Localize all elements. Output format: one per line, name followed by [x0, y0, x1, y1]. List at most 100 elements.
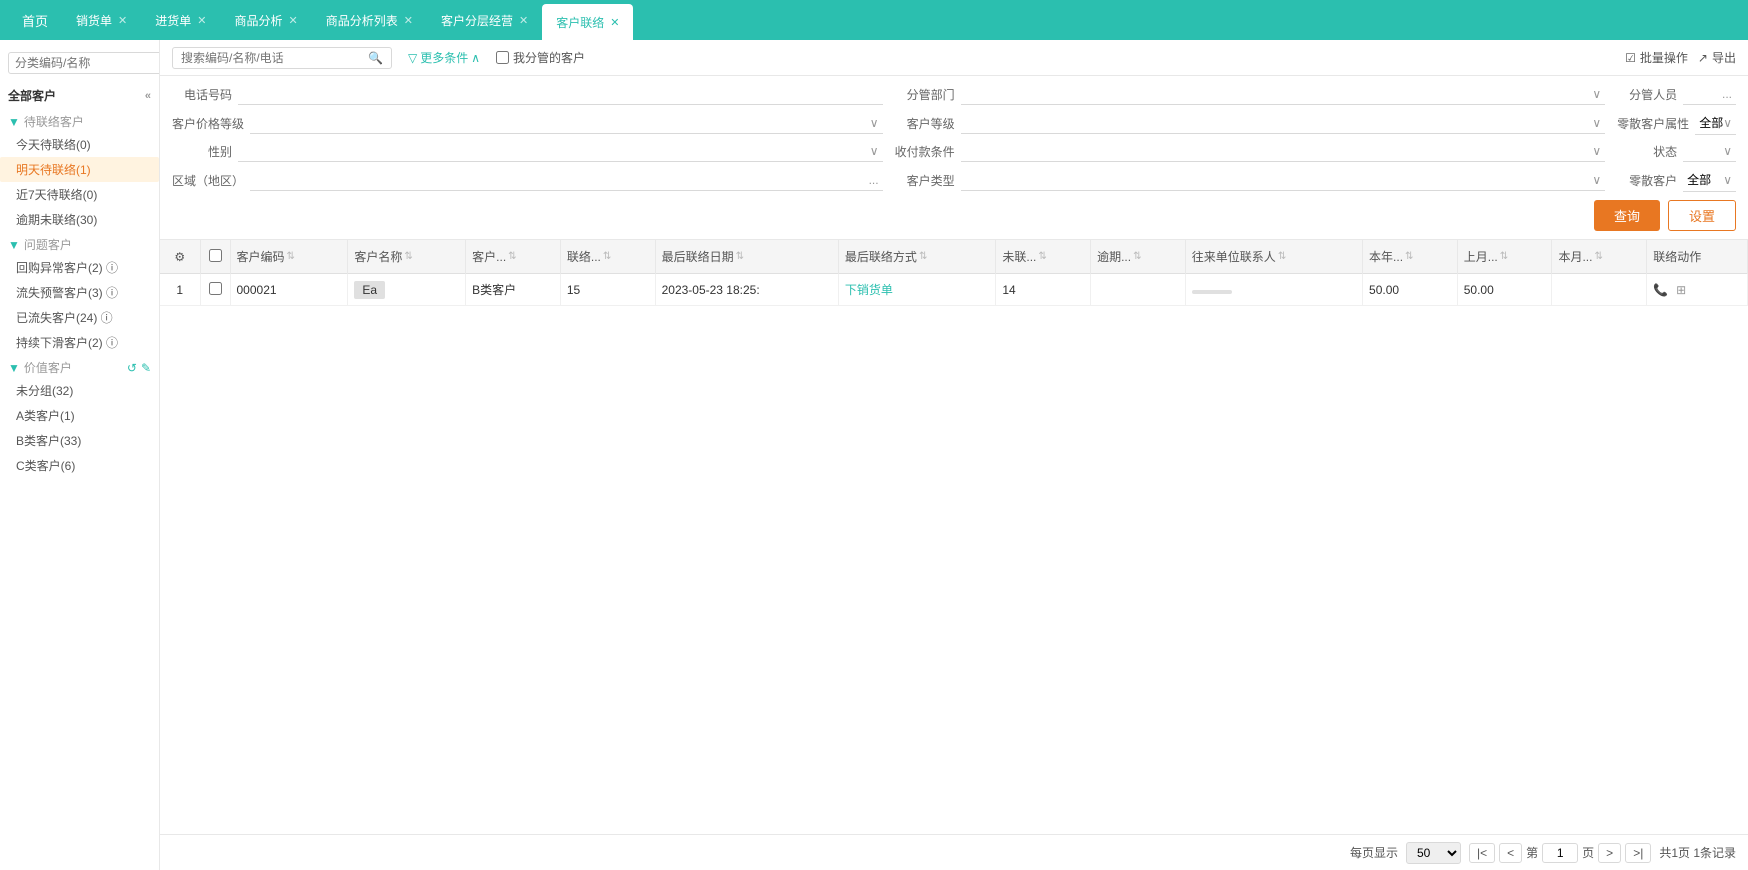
per-page-select[interactable]: 50 100 200 [1406, 842, 1461, 864]
filter-manager: 分管人员 ... [1617, 84, 1736, 105]
page-prev-btn[interactable]: < [1499, 843, 1522, 863]
qr-action-icon[interactable]: ⊞ [1676, 283, 1686, 297]
nav-tab-0[interactable]: 销货单 ✕ [62, 0, 141, 40]
nav-tab-4[interactable]: 客户分层经营 ✕ [427, 0, 542, 40]
th-last-method-sort[interactable]: 最后联络方式 ⇅ [845, 248, 989, 265]
my-customers-checkbox[interactable] [496, 51, 509, 64]
sidebar-item-b-class[interactable]: B类客户(33) [0, 428, 159, 453]
retail-customer-chevron-icon[interactable]: ∨ [1723, 173, 1732, 187]
sidebar-item-7days[interactable]: 近7天待联络(0) [0, 182, 159, 207]
sidebar-item-churned[interactable]: 已流失客户(24) ⓘ [0, 305, 159, 330]
th-overdue-sort[interactable]: 逾期... ⇅ [1097, 248, 1179, 265]
unit-contact-tag [1192, 290, 1232, 294]
cell-this-month [1552, 274, 1647, 306]
nav-tab-2[interactable]: 商品分析 ✕ [220, 0, 311, 40]
nav-tab-3[interactable]: 商品分析列表 ✕ [312, 0, 427, 40]
phone-input[interactable] [238, 84, 883, 105]
page-next-btn[interactable]: > [1598, 843, 1621, 863]
sort-icon-code: ⇅ [287, 251, 295, 262]
sidebar-collapse-icon[interactable]: « [145, 90, 151, 102]
query-button[interactable]: 查询 [1594, 200, 1660, 231]
close-tab-4[interactable]: ✕ [519, 14, 528, 27]
settings-button[interactable]: 设置 [1668, 200, 1736, 231]
cell-last-method: 下销货单 [838, 274, 995, 306]
status-chevron-icon[interactable]: ∨ [1723, 144, 1732, 158]
th-code-sort[interactable]: 客户编码 ⇅ [237, 248, 342, 265]
table-row: 1 000021 Ea B类客户 15 2023-05-23 18:25: 下销… [160, 274, 1748, 306]
cell-last-month: 50.00 [1457, 274, 1552, 306]
top-nav: 首页 销货单 ✕ 进货单 ✕ 商品分析 ✕ 商品分析列表 ✕ 客户分层经营 ✕ … [0, 0, 1748, 40]
sidebar-item-declining[interactable]: 持续下滑客户(2) ⓘ [0, 330, 159, 355]
cell-name: Ea [348, 274, 466, 306]
gender-chevron-icon[interactable]: ∨ [870, 144, 879, 158]
page-first-btn[interactable]: |< [1469, 843, 1495, 863]
th-this-year-sort[interactable]: 本年... ⇅ [1369, 248, 1451, 265]
page-number-input[interactable] [1542, 843, 1578, 863]
search-input[interactable] [181, 51, 364, 65]
manager-dots[interactable]: ... [1722, 87, 1732, 101]
sidebar-item-tomorrow[interactable]: 明天待联络(1) [0, 157, 159, 182]
retail-attr-chevron-icon[interactable]: ∨ [1723, 116, 1732, 130]
th-unit-contact-sort[interactable]: 往来单位联系人 ⇅ [1192, 248, 1356, 265]
my-customers-checkbox-label[interactable]: 我分管的客户 [496, 49, 585, 66]
sidebar-item-overdue[interactable]: 逾期未联络(30) [0, 207, 159, 232]
sort-icon-last-method: ⇅ [919, 251, 927, 262]
cell-not-contact: 14 [996, 274, 1091, 306]
nav-tab-1[interactable]: 进货单 ✕ [141, 0, 220, 40]
cell-this-year: 50.00 [1363, 274, 1458, 306]
export-btn[interactable]: ↗ 导出 [1698, 49, 1736, 66]
dept-label: 分管部门 [895, 86, 955, 103]
close-tab-1[interactable]: ✕ [197, 14, 206, 27]
search-icon[interactable]: 🔍 [368, 51, 383, 65]
page-last-btn[interactable]: >| [1625, 843, 1651, 863]
th-gear[interactable]: ⚙ [160, 240, 200, 274]
th-type: 客户... ⇅ [466, 240, 561, 274]
main-layout: 🔍 全部客户 « ▼ 待联络客户 今天待联络(0) 明天待联络(1) 近7天待联… [0, 40, 1748, 870]
phone-action-icon[interactable]: 📞 [1653, 283, 1668, 297]
th-last-month-sort[interactable]: 上月... ⇅ [1464, 248, 1546, 265]
th-type-sort[interactable]: 客户... ⇅ [472, 248, 554, 265]
th-contact-sort[interactable]: 联络... ⇅ [567, 248, 649, 265]
th-name-sort[interactable]: 客户名称 ⇅ [354, 248, 459, 265]
close-tab-3[interactable]: ✕ [404, 14, 413, 27]
sidebar-item-a-class[interactable]: A类客户(1) [0, 403, 159, 428]
close-tab-5[interactable]: ✕ [610, 16, 619, 29]
row-checkbox[interactable] [209, 282, 222, 295]
select-all-checkbox[interactable] [209, 249, 222, 262]
value-refresh-icon[interactable]: ↺ [127, 361, 137, 375]
th-this-month: 本月... ⇅ [1552, 240, 1647, 274]
th-this-month-sort[interactable]: 本月... ⇅ [1558, 248, 1640, 265]
th-last-date-sort[interactable]: 最后联络日期 ⇅ [662, 248, 832, 265]
nav-tab-5[interactable]: 客户联络 ✕ [542, 4, 633, 40]
retail-customer-label: 零散客户 [1617, 172, 1677, 189]
sidebar-item-ungrouped[interactable]: 未分组(32) [0, 378, 159, 403]
value-edit-icon[interactable]: ✎ [141, 361, 151, 375]
sidebar-item-c-class[interactable]: C类客户(6) [0, 453, 159, 478]
nav-home[interactable]: 首页 [8, 0, 62, 40]
close-tab-0[interactable]: ✕ [118, 14, 127, 27]
sidebar-item-today[interactable]: 今天待联络(0) [0, 132, 159, 157]
sidebar-all-customers[interactable]: 全部客户 « [0, 82, 159, 109]
customer-level-label: 客户等级 [895, 115, 955, 132]
sidebar-search-input[interactable] [8, 52, 160, 74]
customer-level-chevron-icon[interactable]: ∨ [1592, 116, 1601, 130]
close-tab-2[interactable]: ✕ [289, 14, 298, 27]
th-not-contact-sort[interactable]: 未联... ⇅ [1002, 248, 1084, 265]
sort-icon-not-contact: ⇅ [1038, 251, 1046, 262]
bulk-action-btn[interactable]: ☑ 批量操作 [1625, 49, 1688, 66]
sidebar-item-repurchase[interactable]: 回购异常客户(2) ⓘ [0, 255, 159, 280]
retail-attr-value: 全部 [1699, 114, 1723, 131]
cell-contact: 15 [560, 274, 655, 306]
region-dots[interactable]: ... [869, 173, 879, 187]
th-action: 联络动作 [1647, 240, 1748, 274]
dept-chevron-icon[interactable]: ∨ [1592, 87, 1601, 101]
cell-unit-contact [1185, 274, 1362, 306]
payment-chevron-icon[interactable]: ∨ [1592, 144, 1601, 158]
customer-type-chevron-icon[interactable]: ∨ [1592, 173, 1601, 187]
cell-overdue [1091, 274, 1186, 306]
more-conditions-btn[interactable]: ▽ 更多条件 ∧ [400, 46, 488, 69]
last-method-link[interactable]: 下销货单 [845, 283, 893, 297]
value-level-chevron-icon[interactable]: ∨ [870, 116, 879, 130]
sort-icon-name: ⇅ [404, 251, 412, 262]
sidebar-item-churn-warning[interactable]: 流失预警客户(3) ⓘ [0, 280, 159, 305]
